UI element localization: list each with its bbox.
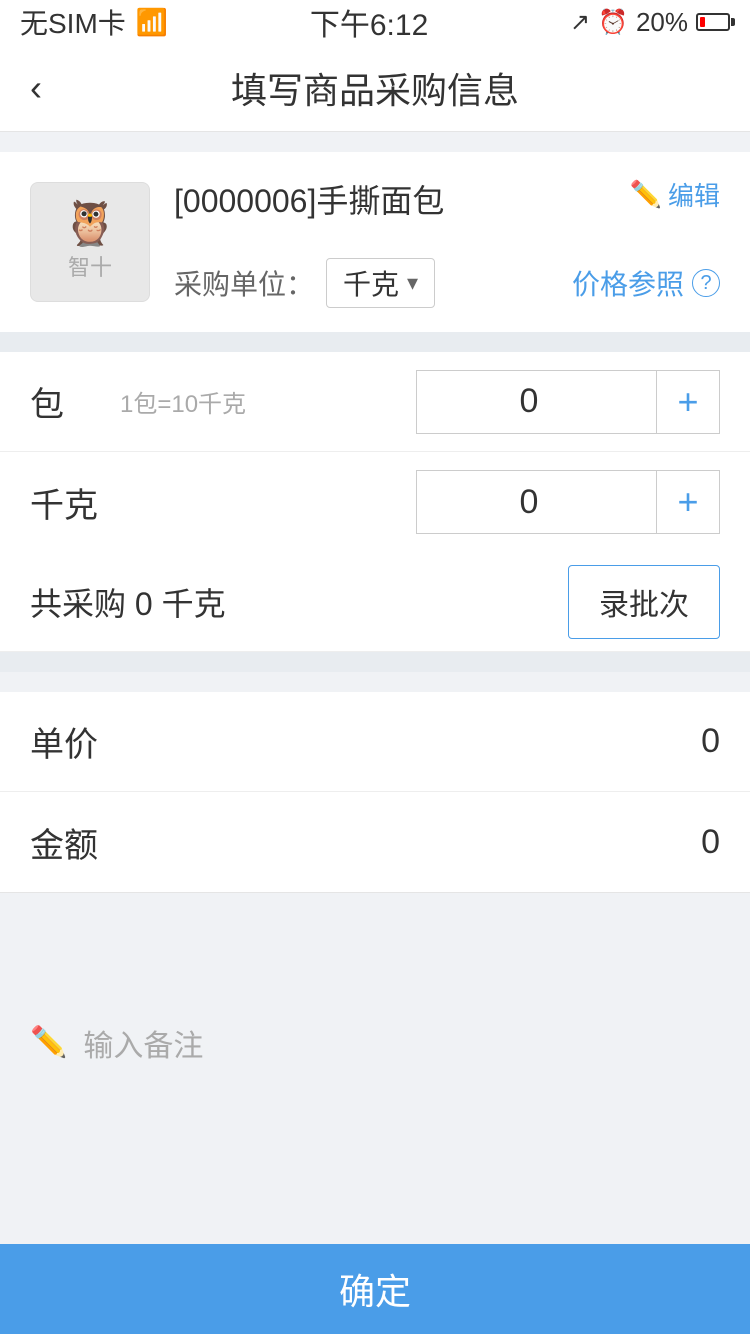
- price-ref-icon: ?: [692, 269, 720, 297]
- unit-label: 采购单位：: [174, 263, 314, 303]
- location-icon: ↗: [570, 8, 590, 37]
- product-card: 🦉 智十 [0000006]手撕面包 ✏️ 编辑 采购单位： 千克 ▾ 价格参照…: [0, 152, 750, 332]
- product-thumb-icon: 🦉: [63, 202, 118, 246]
- bao-input-row: 包 1包=10千克 +: [0, 352, 750, 452]
- product-info: [0000006]手撕面包 ✏️ 编辑 采购单位： 千克 ▾ 价格参照 ?: [174, 176, 720, 308]
- bao-sublabel: 1包=10千克: [120, 384, 246, 419]
- confirm-button[interactable]: 确定: [0, 1244, 750, 1334]
- status-bar: 无SIM卡 📶 下午6:12 ↗ ⏰ 20%: [0, 0, 750, 44]
- amount-value: 0: [701, 823, 720, 862]
- unit-selector-group: 采购单位： 千克 ▾: [174, 258, 435, 308]
- summary-row: 共采购 0 千克 录批次: [0, 552, 750, 652]
- bao-label: 包: [30, 377, 110, 426]
- kg-input-row: 千克 +: [0, 452, 750, 552]
- edit-label: 编辑: [668, 176, 720, 213]
- page-title: 填写商品采购信息: [231, 62, 519, 114]
- nav-bar: ‹ 填写商品采购信息: [0, 44, 750, 132]
- input-section: 包 1包=10千克 + 千克 +: [0, 352, 750, 552]
- confirm-label: 确定: [339, 1263, 411, 1315]
- battery-icon: [696, 13, 730, 31]
- edit-icon: ✏️: [630, 179, 662, 210]
- kg-quantity-input[interactable]: [416, 470, 656, 534]
- price-ref-label: 价格参照: [572, 263, 684, 303]
- notes-section[interactable]: ✏️ 输入备注: [0, 892, 750, 1192]
- section-divider-2: [0, 652, 750, 672]
- product-unit-row: 采购单位： 千克 ▾ 价格参照 ?: [174, 258, 720, 308]
- back-button[interactable]: ‹: [30, 57, 62, 119]
- status-right: ↗ ⏰ 20%: [570, 7, 730, 38]
- pencil-icon: ✏️: [30, 1025, 67, 1060]
- price-ref-button[interactable]: 价格参照 ?: [572, 263, 720, 303]
- product-thumbnail: 🦉 智十: [30, 182, 150, 302]
- edit-button[interactable]: ✏️ 编辑: [630, 176, 720, 213]
- product-top-row: [0000006]手撕面包 ✏️ 编辑: [174, 176, 720, 242]
- battery-percent: 20%: [636, 7, 688, 38]
- kg-label: 千克: [30, 478, 110, 527]
- kg-plus-button[interactable]: +: [656, 470, 720, 534]
- unit-price-label: 单价: [30, 717, 98, 766]
- batch-button[interactable]: 录批次: [568, 565, 720, 639]
- amount-row: 金额 0: [0, 792, 750, 892]
- price-section: 单价 0 金额 0: [0, 692, 750, 892]
- unit-value: 千克: [343, 263, 399, 303]
- bao-plus-button[interactable]: +: [656, 370, 720, 434]
- dropdown-arrow-icon: ▾: [407, 270, 418, 296]
- wifi-icon: 📶: [136, 7, 168, 38]
- product-name: [0000006]手撕面包: [174, 176, 444, 222]
- status-left: 无SIM卡 📶: [20, 2, 168, 42]
- status-time: 下午6:12: [310, 0, 428, 44]
- alarm-icon: ⏰: [598, 8, 628, 37]
- bao-input-right: +: [416, 370, 720, 434]
- unit-price-row: 单价 0: [0, 692, 750, 792]
- bao-quantity-input[interactable]: [416, 370, 656, 434]
- summary-text: 共采购 0 千克: [30, 579, 226, 625]
- section-divider-1: [0, 332, 750, 352]
- brand-text: 智十: [68, 250, 112, 282]
- amount-label: 金额: [30, 818, 98, 867]
- kg-input-right: +: [416, 470, 720, 534]
- unit-price-value: 0: [701, 722, 720, 761]
- carrier-text: 无SIM卡: [20, 2, 126, 42]
- unit-selector[interactable]: 千克 ▾: [326, 258, 435, 308]
- notes-placeholder: 输入备注: [83, 1021, 203, 1065]
